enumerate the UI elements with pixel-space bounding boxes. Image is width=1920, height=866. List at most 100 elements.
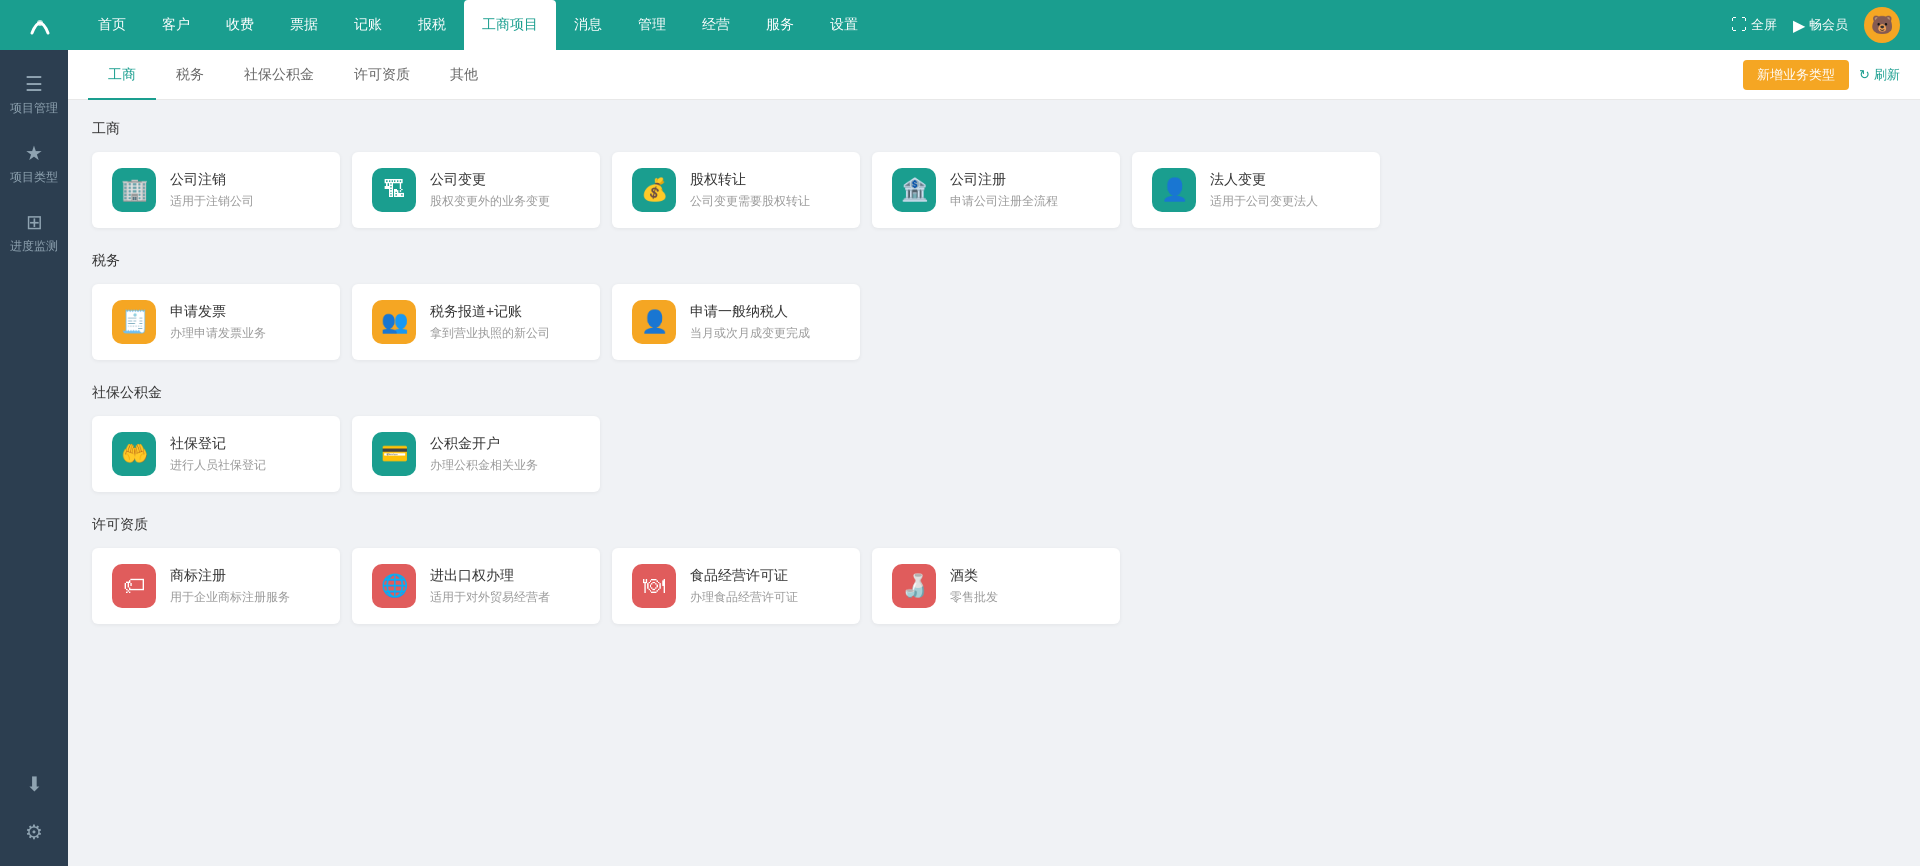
legal-change-text: 法人变更 适用于公司变更法人 — [1210, 171, 1318, 210]
sidebar-item-progress[interactable]: ⊞ 进度监测 — [0, 198, 68, 267]
tab-bar: 工商 税务 社保公积金 许可资质 其他 新增业务类型 ↻ 刷新 — [68, 50, 1920, 100]
nav-settings[interactable]: 设置 — [812, 0, 876, 50]
apply-invoice-desc: 办理申请发票业务 — [170, 325, 266, 342]
fullscreen-label: 全屏 — [1751, 16, 1777, 34]
tab-shuiwu[interactable]: 税务 — [156, 50, 224, 100]
main-layout: ☰ 项目管理 ★ 项目类型 ⊞ 进度监测 ⬇ ⚙ 工商 税务 社保公积金 许可资… — [0, 50, 1920, 866]
apply-invoice-text: 申请发票 办理申请发票业务 — [170, 303, 266, 342]
company-cancel-icon: 🏢 — [112, 168, 156, 212]
sidebar-label-project-type: 项目类型 — [10, 169, 58, 186]
nav-business[interactable]: 工商项目 — [464, 0, 556, 50]
card-company-register[interactable]: 🏦 公司注册 申请公司注册全流程 — [872, 152, 1120, 228]
nav-home[interactable]: 首页 — [80, 0, 144, 50]
general-taxpayer-icon: 👤 — [632, 300, 676, 344]
sidebar-bottom: ⬇ ⚙ — [0, 760, 68, 866]
card-apply-invoice[interactable]: 🧾 申请发票 办理申请发票业务 — [92, 284, 340, 360]
tab-shebao[interactable]: 社保公积金 — [224, 50, 334, 100]
nav-manage[interactable]: 管理 — [620, 0, 684, 50]
section-title-gongshang: 工商 — [92, 120, 1896, 138]
support-icon: ⚙ — [25, 820, 43, 844]
sidebar-item-project-type[interactable]: ★ 项目类型 — [0, 129, 68, 198]
company-register-title: 公司注册 — [950, 171, 1058, 189]
tax-reporting-title: 税务报道+记账 — [430, 303, 550, 321]
section-title-shebao: 社保公积金 — [92, 384, 1896, 402]
card-food-license[interactable]: 🍽 食品经营许可证 办理食品经营许可证 — [612, 548, 860, 624]
apply-invoice-icon: 🧾 — [112, 300, 156, 344]
general-taxpayer-title: 申请一般纳税人 — [690, 303, 810, 321]
refresh-label: 刷新 — [1874, 66, 1900, 84]
trademark-icon: 🏷 — [112, 564, 156, 608]
tab-gongshang[interactable]: 工商 — [88, 50, 156, 100]
new-type-button[interactable]: 新增业务类型 — [1743, 60, 1849, 90]
card-provident-fund[interactable]: 💳 公积金开户 办理公积金相关业务 — [352, 416, 600, 492]
social-insurance-desc: 进行人员社保登记 — [170, 457, 266, 474]
card-company-cancel[interactable]: 🏢 公司注销 适用于注销公司 — [92, 152, 340, 228]
nav-accounting[interactable]: 记账 — [336, 0, 400, 50]
card-general-taxpayer[interactable]: 👤 申请一般纳税人 当月或次月成变更完成 — [612, 284, 860, 360]
general-taxpayer-text: 申请一般纳税人 当月或次月成变更完成 — [690, 303, 810, 342]
import-export-title: 进出口权办理 — [430, 567, 550, 585]
nav-customer[interactable]: 客户 — [144, 0, 208, 50]
equity-transfer-text: 股权转让 公司变更需要股权转让 — [690, 171, 810, 210]
scroll-content[interactable]: 工商 🏢 公司注销 适用于注销公司 🏗 公司变更 股权变更外的业务变更 — [68, 100, 1920, 866]
card-import-export[interactable]: 🌐 进出口权办理 适用于对外贸易经营者 — [352, 548, 600, 624]
card-trademark[interactable]: 🏷 商标注册 用于企业商标注册服务 — [92, 548, 340, 624]
provident-fund-icon: 💳 — [372, 432, 416, 476]
card-tax-reporting[interactable]: 👥 税务报道+记账 拿到营业执照的新公司 — [352, 284, 600, 360]
tax-reporting-text: 税务报道+记账 拿到营业执照的新公司 — [430, 303, 550, 342]
nav-operation[interactable]: 经营 — [684, 0, 748, 50]
nav-tax[interactable]: 报税 — [400, 0, 464, 50]
fullscreen-button[interactable]: ⛶ 全屏 — [1731, 16, 1777, 34]
vip-icon: ▶ — [1793, 16, 1805, 35]
company-cancel-desc: 适用于注销公司 — [170, 193, 254, 210]
refresh-button[interactable]: ↻ 刷新 — [1859, 66, 1900, 84]
vip-label: 畅会员 — [1809, 16, 1848, 34]
progress-icon: ⊞ — [26, 210, 43, 234]
tab-xuke[interactable]: 许可资质 — [334, 50, 430, 100]
company-change-desc: 股权变更外的业务变更 — [430, 193, 550, 210]
vip-button[interactable]: ▶ 畅会员 — [1793, 16, 1848, 35]
top-navigation: 首页 客户 收费 票据 记账 报税 工商项目 消息 管理 经营 服务 设置 ⛶ … — [0, 0, 1920, 50]
card-alcohol[interactable]: 🍶 酒类 零售批发 — [872, 548, 1120, 624]
company-cancel-text: 公司注销 适用于注销公司 — [170, 171, 254, 210]
nav-service[interactable]: 服务 — [748, 0, 812, 50]
sidebar-download[interactable]: ⬇ — [0, 760, 68, 808]
company-cancel-title: 公司注销 — [170, 171, 254, 189]
nav-items: 首页 客户 收费 票据 记账 报税 工商项目 消息 管理 经营 服务 设置 — [70, 0, 1731, 50]
equity-transfer-desc: 公司变更需要股权转让 — [690, 193, 810, 210]
tab-other[interactable]: 其他 — [430, 50, 498, 100]
nav-invoice[interactable]: 票据 — [272, 0, 336, 50]
trademark-text: 商标注册 用于企业商标注册服务 — [170, 567, 290, 606]
section-title-shuiwu: 税务 — [92, 252, 1896, 270]
fullscreen-icon: ⛶ — [1731, 16, 1747, 34]
equity-transfer-icon: 💰 — [632, 168, 676, 212]
avatar[interactable]: 🐻 — [1864, 7, 1900, 43]
nav-right: ⛶ 全屏 ▶ 畅会员 🐻 — [1731, 7, 1920, 43]
food-license-text: 食品经营许可证 办理食品经营许可证 — [690, 567, 798, 606]
provident-fund-desc: 办理公积金相关业务 — [430, 457, 538, 474]
project-management-icon: ☰ — [25, 72, 43, 96]
sidebar-item-project-management[interactable]: ☰ 项目管理 — [0, 60, 68, 129]
sidebar-support[interactable]: ⚙ — [0, 808, 68, 856]
card-company-change[interactable]: 🏗 公司变更 股权变更外的业务变更 — [352, 152, 600, 228]
tax-reporting-icon: 👥 — [372, 300, 416, 344]
trademark-desc: 用于企业商标注册服务 — [170, 589, 290, 606]
company-register-text: 公司注册 申请公司注册全流程 — [950, 171, 1058, 210]
general-taxpayer-desc: 当月或次月成变更完成 — [690, 325, 810, 342]
nav-fee[interactable]: 收费 — [208, 0, 272, 50]
tax-reporting-desc: 拿到营业执照的新公司 — [430, 325, 550, 342]
company-change-title: 公司变更 — [430, 171, 550, 189]
card-legal-change[interactable]: 👤 法人变更 适用于公司变更法人 — [1132, 152, 1380, 228]
nav-message[interactable]: 消息 — [556, 0, 620, 50]
cards-grid-shebao: 🤲 社保登记 进行人员社保登记 💳 公积金开户 办理公积金相关业务 — [92, 416, 1896, 492]
alcohol-desc: 零售批发 — [950, 589, 998, 606]
equity-transfer-title: 股权转让 — [690, 171, 810, 189]
card-social-insurance[interactable]: 🤲 社保登记 进行人员社保登记 — [92, 416, 340, 492]
provident-fund-title: 公积金开户 — [430, 435, 538, 453]
apply-invoice-title: 申请发票 — [170, 303, 266, 321]
legal-change-desc: 适用于公司变更法人 — [1210, 193, 1318, 210]
food-license-icon: 🍽 — [632, 564, 676, 608]
tab-actions: 新增业务类型 ↻ 刷新 — [1743, 60, 1900, 90]
import-export-desc: 适用于对外贸易经营者 — [430, 589, 550, 606]
card-equity-transfer[interactable]: 💰 股权转让 公司变更需要股权转让 — [612, 152, 860, 228]
